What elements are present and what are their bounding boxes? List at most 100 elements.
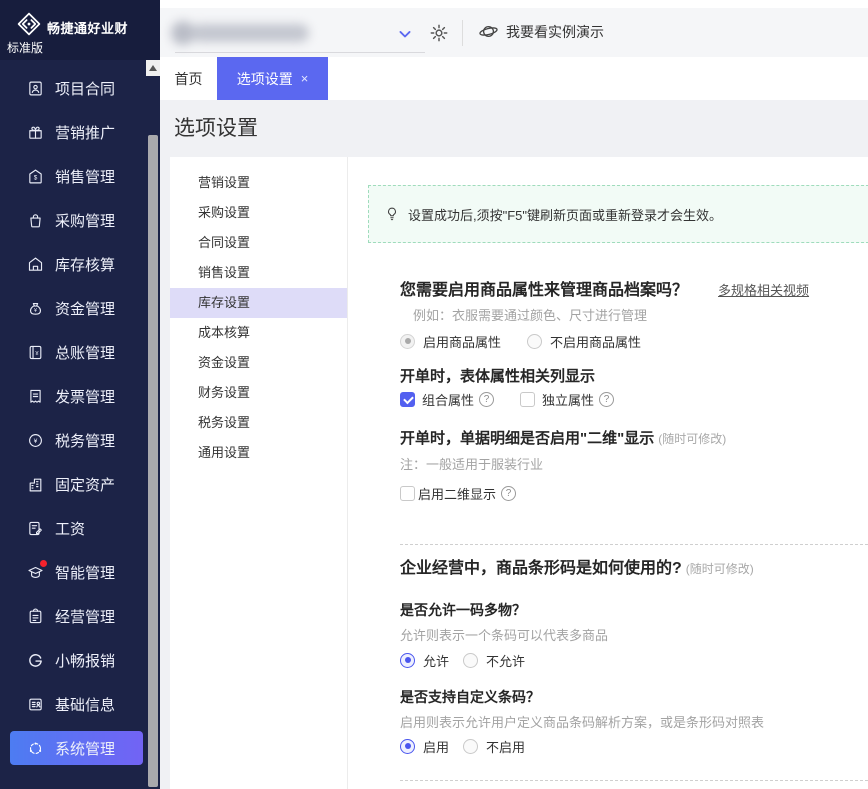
radio-group-custom-barcode: 启用 不启用 [400,738,868,755]
demo-link[interactable]: 我要看实例演示 [478,21,604,42]
tab-active-label: 选项设置 [236,70,293,87]
chevron-down-icon[interactable] [395,24,415,44]
info-banner: 设置成功后,须按"F5"键刷新页面或重新登录才会生效。 [368,185,868,243]
help-icon[interactable]: ? [479,391,495,407]
section-attribute-columns: 开单时，表体属性相关列显示 [400,368,596,385]
category-tax[interactable]: 税务设置 [170,408,347,438]
sidebar-item-label: 总账管理 [55,344,116,362]
graduation-cap-icon [26,560,47,581]
warehouse-icon [26,255,44,273]
notification-badge [40,560,47,567]
settings-main: 设置成功后,须按"F5"键刷新页面或重新登录才会生效。 您需要启用商品属性来管理… [347,157,868,789]
sidebar-menu: 项目合同 营销推广 $ 销售管理 采购管理 库存核算 ¥ 资金管理 ¥ 总账管理… [0,66,146,770]
category-inventory[interactable]: 库存设置 [170,288,347,318]
shopping-bag-icon [26,211,44,229]
sidebar-item-label: 销售管理 [55,168,116,186]
app-edition: 标准版 [7,41,44,55]
section-2d-display: 开单时，单据明细是否启用"二维"显示 (随时可修改) [400,430,727,447]
sidebar-item-label: 税务管理 [55,432,116,450]
radio-enable[interactable] [400,738,415,754]
radio-disallow[interactable] [463,652,479,668]
category-purchase[interactable]: 采购设置 [170,198,347,228]
sidebar-item-inventory[interactable]: 库存核算 [0,242,146,286]
help-icon[interactable]: ? [501,485,517,501]
sidebar-item-label: 经营管理 [55,608,116,626]
sidebar-item-sales[interactable]: $ 销售管理 [0,154,146,198]
sidebar-item-salary[interactable]: 工资 [0,506,146,550]
category-marketing[interactable]: 营销设置 [170,168,347,198]
question-product-attributes: 您需要启用商品属性来管理商品档案吗？ 多规格相关视频 [400,282,810,299]
app-name: 畅捷通好业财 [47,21,129,36]
id-card-icon [26,695,44,713]
help-icon[interactable]: ? [599,391,615,407]
sidebar-item-fixed-assets[interactable]: 固定资产 [0,462,146,506]
tab-bar: 首页 选项设置 × [160,57,868,100]
question-barcode-usage: 企业经营中，商品条形码是如何使用的? (随时可修改) [400,560,754,577]
tax-coin-icon: ¥ [26,431,44,449]
sidebar-item-smart[interactable]: 智能管理 [0,550,146,594]
lightbulb-icon [388,207,396,221]
account-name-blurred [171,20,315,46]
sidebar-item-reimburse[interactable]: 小畅报销 [0,638,146,682]
svg-text:¥: ¥ [34,308,37,314]
radio-allow[interactable] [400,652,415,668]
account-select[interactable] [171,15,425,53]
tab-home[interactable]: 首页 [160,57,217,100]
sidebar-item-ledger[interactable]: ¥ 总账管理 [0,330,146,374]
ledger-icon: ¥ [26,343,44,361]
svg-text:¥: ¥ [33,437,37,444]
sidebar-item-system[interactable]: 系统管理 [10,731,143,765]
sidebar-item-project-contract[interactable]: 项目合同 [0,66,146,110]
checkbox-combined-attribute[interactable] [400,391,415,407]
video-link[interactable]: 多规格相关视频 [718,283,809,298]
sidebar-item-label: 采购管理 [55,212,116,230]
scroll-up-arrow[interactable] [146,60,160,76]
sidebar-item-label: 固定资产 [55,476,116,494]
category-contract[interactable]: 合同设置 [170,228,347,258]
radio-disable-attributes[interactable] [527,333,543,349]
sidebar-item-label: 营销推广 [55,124,116,142]
sidebar-item-purchase[interactable]: 采购管理 [0,198,146,242]
category-general[interactable]: 通用设置 [170,438,347,468]
building-icon [26,475,44,493]
sidebar-item-basic-info[interactable]: 基础信息 [0,682,146,726]
sidebar-item-invoice[interactable]: 发票管理 [0,374,146,418]
scrollbar-thumb[interactable] [148,135,158,787]
sidebar-item-marketing[interactable]: 营销推广 [0,110,146,154]
sidebar-item-tax[interactable]: ¥ 税务管理 [0,418,146,462]
checkbox-independent-attribute[interactable] [520,391,536,407]
category-finance[interactable]: 财务设置 [170,378,347,408]
sidebar-item-label: 资金管理 [55,300,116,318]
clipboard-icon [26,607,44,625]
section-divider [400,780,868,781]
contract-icon [26,79,44,97]
close-icon[interactable]: × [301,71,309,86]
sidebar-item-operations[interactable]: 经营管理 [0,594,146,638]
sidebar: 畅捷通好业财 标准版 项目合同 营销推广 $ 销售管理 采购管理 库存核算 ¥ … [0,0,160,789]
checkbox-group-attribute-columns: 组合属性 ? 独立属性 ? [400,391,868,408]
radio-enable-attributes[interactable] [400,333,415,349]
hint-multi-item-code: 允许则表示一个条码可以代表多商品 [400,628,609,643]
app-window: 畅捷通好业财 标准版 项目合同 营销推广 $ 销售管理 采购管理 库存核算 ¥ … [0,0,868,789]
checkbox-group-2d: 启用二维显示 ? [400,485,868,502]
gear-icon[interactable] [428,22,450,44]
sidebar-item-label: 项目合同 [55,80,116,98]
radio-disable[interactable] [463,738,479,754]
tab-options-settings[interactable]: 选项设置 × [217,57,328,100]
sidebar-item-label: 库存核算 [55,256,116,274]
svg-text:¥: ¥ [35,350,39,356]
settings-panel: 营销设置 采购设置 合同设置 销售设置 库存设置 成本核算 资金设置 财务设置 … [170,157,868,789]
category-sales[interactable]: 销售设置 [170,258,347,288]
category-funds[interactable]: 资金设置 [170,348,347,378]
page-title: 选项设置 [174,117,258,140]
demo-link-label: 我要看实例演示 [506,23,604,40]
checkbox-enable-2d[interactable] [400,485,415,501]
gift-icon [26,123,44,141]
hint-custom-barcode: 启用则表示允许用户定义商品条码解析方案，或是条形码对照表 [400,715,765,730]
sidebar-item-funds[interactable]: ¥ 资金管理 [0,286,146,330]
radio-group-multi-item: 允许 不允许 [400,652,868,669]
topbar-divider [462,20,463,46]
category-cost[interactable]: 成本核算 [170,318,347,348]
question-multi-item-code: 是否允许一码多物？ [400,602,526,618]
note-2d-display: 注：一般适用于服装行业 [400,457,544,472]
